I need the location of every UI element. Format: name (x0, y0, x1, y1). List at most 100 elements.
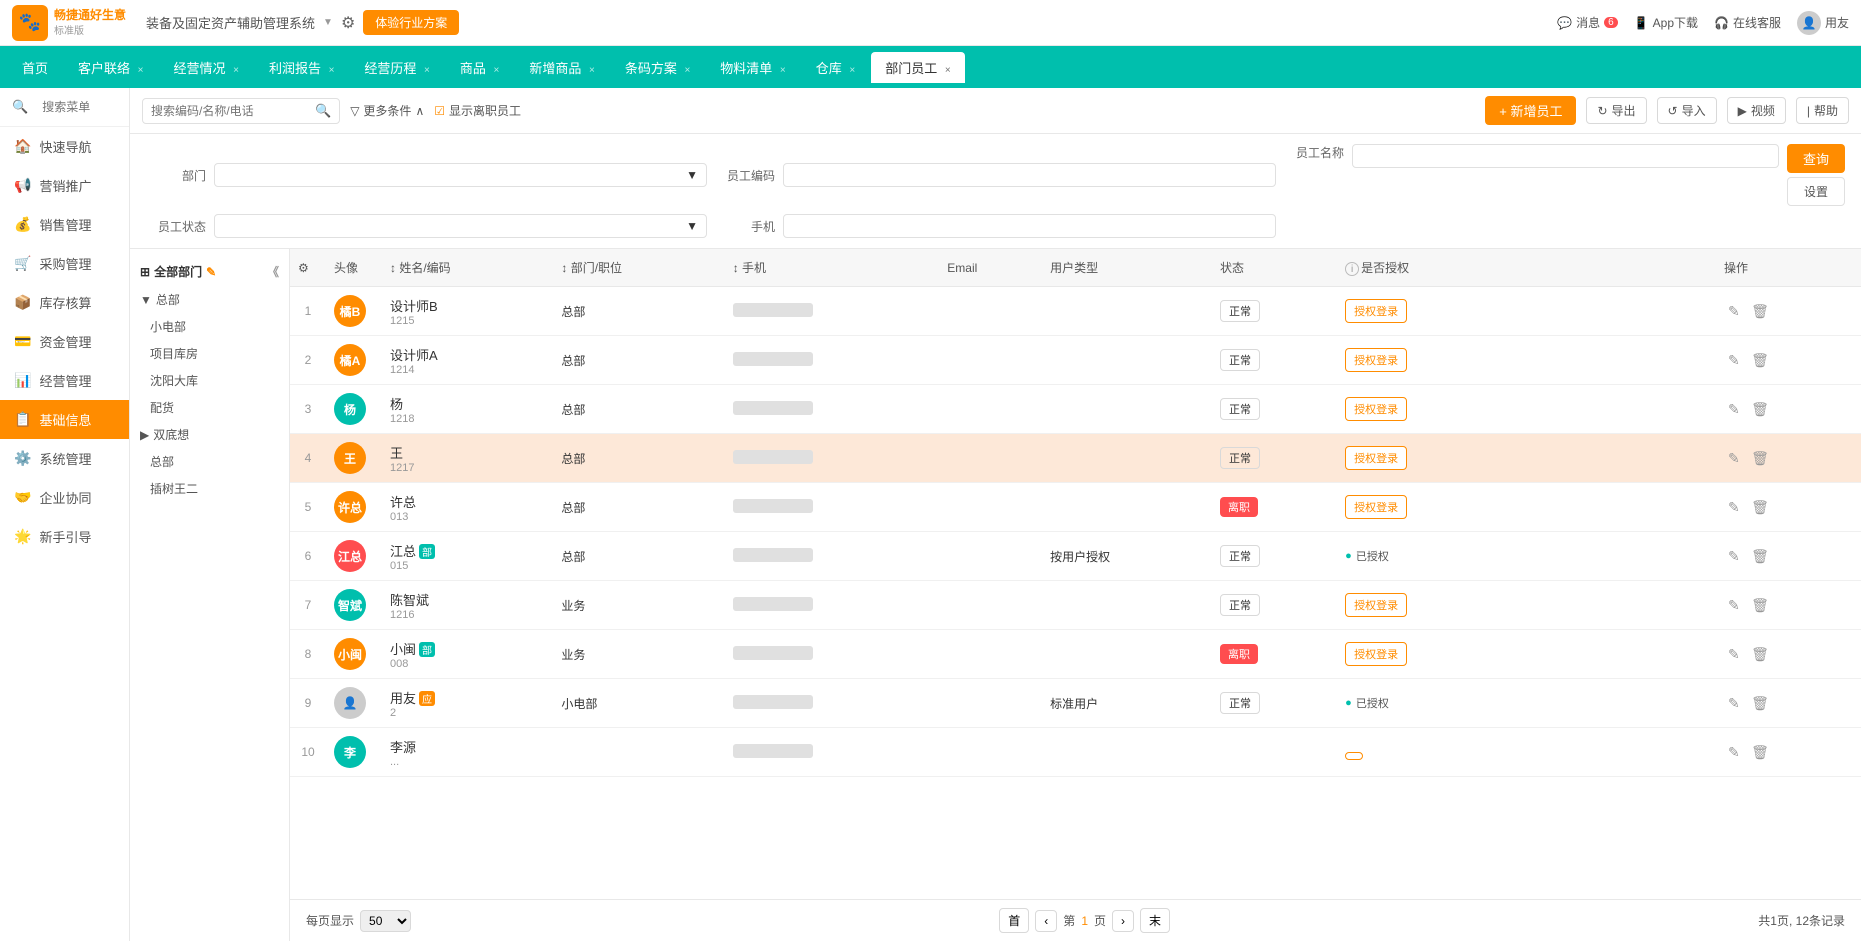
dept-item-ph[interactable]: 配货 (130, 394, 289, 421)
nav-tab-经营情况[interactable]: 经营情况 × (159, 52, 252, 83)
auth-btn-7[interactable]: 授权登录 (1345, 642, 1407, 666)
nav-tab-利润报告[interactable]: 利润报告 × (255, 52, 348, 83)
show-former-check[interactable]: ☑ 显示离职员工 (434, 102, 521, 119)
search-input-wrap[interactable]: 🔍 (142, 98, 340, 124)
message-btn[interactable]: 💬 消息 6 (1557, 14, 1618, 31)
edit-btn-0[interactable]: ✎ (1724, 301, 1744, 321)
nav-tab-新增商品[interactable]: 新增商品 × (515, 52, 608, 83)
nav-tab-部门员工[interactable]: 部门员工 × (871, 52, 964, 83)
per-page-select[interactable]: 50 100 (360, 910, 411, 932)
tab-close-icon[interactable]: × (849, 65, 855, 76)
export-button[interactable]: ↻ 导出 (1586, 97, 1646, 124)
delete-btn-4[interactable]: 🗑 (1747, 497, 1773, 517)
auth-btn-0[interactable]: 授权登录 (1345, 299, 1407, 323)
more-filter-btn[interactable]: ▽ 更多条件 ∧ (350, 102, 424, 119)
delete-btn-5[interactable]: 🗑 (1747, 546, 1773, 566)
auth-btn-6[interactable]: 授权登录 (1345, 593, 1407, 617)
edit-btn-9[interactable]: ✎ (1724, 742, 1744, 762)
dept-item-sydk[interactable]: 沈阳大库 (130, 367, 289, 394)
nav-tab-条码方案[interactable]: 条码方案 × (611, 52, 704, 83)
auth-btn-3[interactable]: 授权登录 (1345, 446, 1407, 470)
next-page-btn[interactable]: › (1112, 910, 1134, 932)
import-button[interactable]: ↺ 导入 (1657, 97, 1717, 124)
dept-item-zb[interactable]: 总部 (130, 448, 289, 475)
delete-btn-7[interactable]: 🗑 (1747, 644, 1773, 664)
sidebar-item-inventory[interactable]: 📦 库存核算 (0, 283, 129, 322)
video-button[interactable]: ▶ 视频 (1727, 97, 1786, 124)
dept-collapse-icon[interactable]: 《 (267, 263, 279, 280)
help-button[interactable]: | 帮助 (1796, 97, 1849, 124)
tab-close-icon[interactable]: × (589, 65, 595, 76)
tab-close-icon[interactable]: × (329, 65, 335, 76)
delete-btn-3[interactable]: 🗑 (1747, 448, 1773, 468)
nav-tab-首页[interactable]: 首页 (8, 52, 62, 83)
nav-tab-客户联络[interactable]: 客户联络 × (64, 52, 157, 83)
auth-btn-1[interactable]: 授权登录 (1345, 348, 1407, 372)
sidebar-search-input[interactable] (34, 96, 114, 118)
delete-btn-6[interactable]: 🗑 (1747, 595, 1773, 615)
sidebar-item-collab[interactable]: 🤝 企业协同 (0, 478, 129, 517)
emp-code-input[interactable] (783, 163, 1276, 187)
auth-info-icon[interactable]: i (1345, 262, 1359, 276)
prev-page-btn[interactable]: ‹ (1035, 910, 1057, 932)
tab-close-icon[interactable]: × (233, 65, 239, 76)
dept-item-cswz[interactable]: 插树王二 (130, 475, 289, 502)
col-name-sort-icon[interactable]: ↕ (390, 261, 396, 275)
delete-btn-0[interactable]: 🗑 (1747, 301, 1773, 321)
delete-btn-9[interactable]: 🗑 (1747, 742, 1773, 762)
auth-btn-4[interactable]: 授权登录 (1345, 495, 1407, 519)
sidebar-item-basic-info[interactable]: 📋 基础信息 (0, 400, 129, 439)
sidebar-item-sales[interactable]: 💰 销售管理 (0, 205, 129, 244)
edit-btn-7[interactable]: ✎ (1724, 644, 1744, 664)
system-dropdown-icon[interactable]: ▼ (323, 17, 333, 28)
dept-edit-icon[interactable]: ✎ (206, 265, 216, 279)
edit-btn-6[interactable]: ✎ (1724, 595, 1744, 615)
dept-select[interactable]: ▼ (214, 163, 707, 187)
nav-tab-物料清单[interactable]: 物料清单 × (706, 52, 799, 83)
sidebar-item-finance[interactable]: 💳 资金管理 (0, 322, 129, 361)
emp-status-select[interactable]: ▼ (214, 214, 707, 238)
set-button[interactable]: 设置 (1787, 177, 1845, 206)
delete-btn-2[interactable]: 🗑 (1747, 399, 1773, 419)
nav-tab-仓库[interactable]: 仓库 × (802, 52, 869, 83)
delete-btn-8[interactable]: 🗑 (1747, 693, 1773, 713)
emp-name-input[interactable] (1352, 144, 1779, 168)
phone-input[interactable] (783, 214, 1276, 238)
edit-btn-8[interactable]: ✎ (1724, 693, 1744, 713)
dept-item-xmkf[interactable]: 项目库房 (130, 340, 289, 367)
dept-item-xdbu[interactable]: 小电部 (130, 313, 289, 340)
sidebar-item-operations[interactable]: 📊 经营管理 (0, 361, 129, 400)
trial-button[interactable]: 体验行业方案 (363, 10, 459, 35)
tab-close-icon[interactable]: × (138, 65, 144, 76)
online-service-btn[interactable]: 🎧 在线客服 (1714, 14, 1781, 31)
search-input[interactable] (151, 104, 311, 118)
nav-tab-经营历程[interactable]: 经营历程 × (350, 52, 443, 83)
user-btn[interactable]: 👤 用友 (1797, 11, 1849, 35)
last-page-btn[interactable]: 末 (1140, 908, 1170, 933)
col-phone-sort-icon[interactable]: ↕ (733, 261, 739, 275)
edit-btn-4[interactable]: ✎ (1724, 497, 1744, 517)
app-download-btn[interactable]: 📱 App下载 (1634, 14, 1698, 31)
nav-tab-商品[interactable]: 商品 × (446, 52, 513, 83)
tab-close-icon[interactable]: × (780, 65, 786, 76)
dept-group-sdx[interactable]: ▶ 双底想 (130, 421, 289, 448)
edit-btn-2[interactable]: ✎ (1724, 399, 1744, 419)
delete-btn-1[interactable]: 🗑 (1747, 350, 1773, 370)
tab-close-icon[interactable]: × (494, 65, 500, 76)
tab-close-icon[interactable]: × (945, 65, 951, 76)
col-gear-icon[interactable]: ⚙ (298, 261, 309, 275)
auth-btn-2[interactable]: 授权登录 (1345, 397, 1407, 421)
col-dept-sort-icon[interactable]: ↕ (561, 261, 567, 275)
search-button[interactable]: 查询 (1787, 144, 1845, 173)
dept-group-zongbu[interactable]: ▼ 总部 (130, 286, 289, 313)
sidebar-item-system[interactable]: ⚙️ 系统管理 (0, 439, 129, 478)
sidebar-item-guide[interactable]: 🌟 新手引导 (0, 517, 129, 556)
tab-close-icon[interactable]: × (424, 65, 430, 76)
edit-btn-5[interactable]: ✎ (1724, 546, 1744, 566)
tab-close-icon[interactable]: × (684, 65, 690, 76)
auth-btn-9[interactable] (1345, 752, 1363, 760)
sidebar-item-marketing[interactable]: 📢 营销推广 (0, 166, 129, 205)
sidebar-item-purchase[interactable]: 🛒 采购管理 (0, 244, 129, 283)
edit-btn-1[interactable]: ✎ (1724, 350, 1744, 370)
sidebar-item-quicknav[interactable]: 🏠 快速导航 (0, 127, 129, 166)
